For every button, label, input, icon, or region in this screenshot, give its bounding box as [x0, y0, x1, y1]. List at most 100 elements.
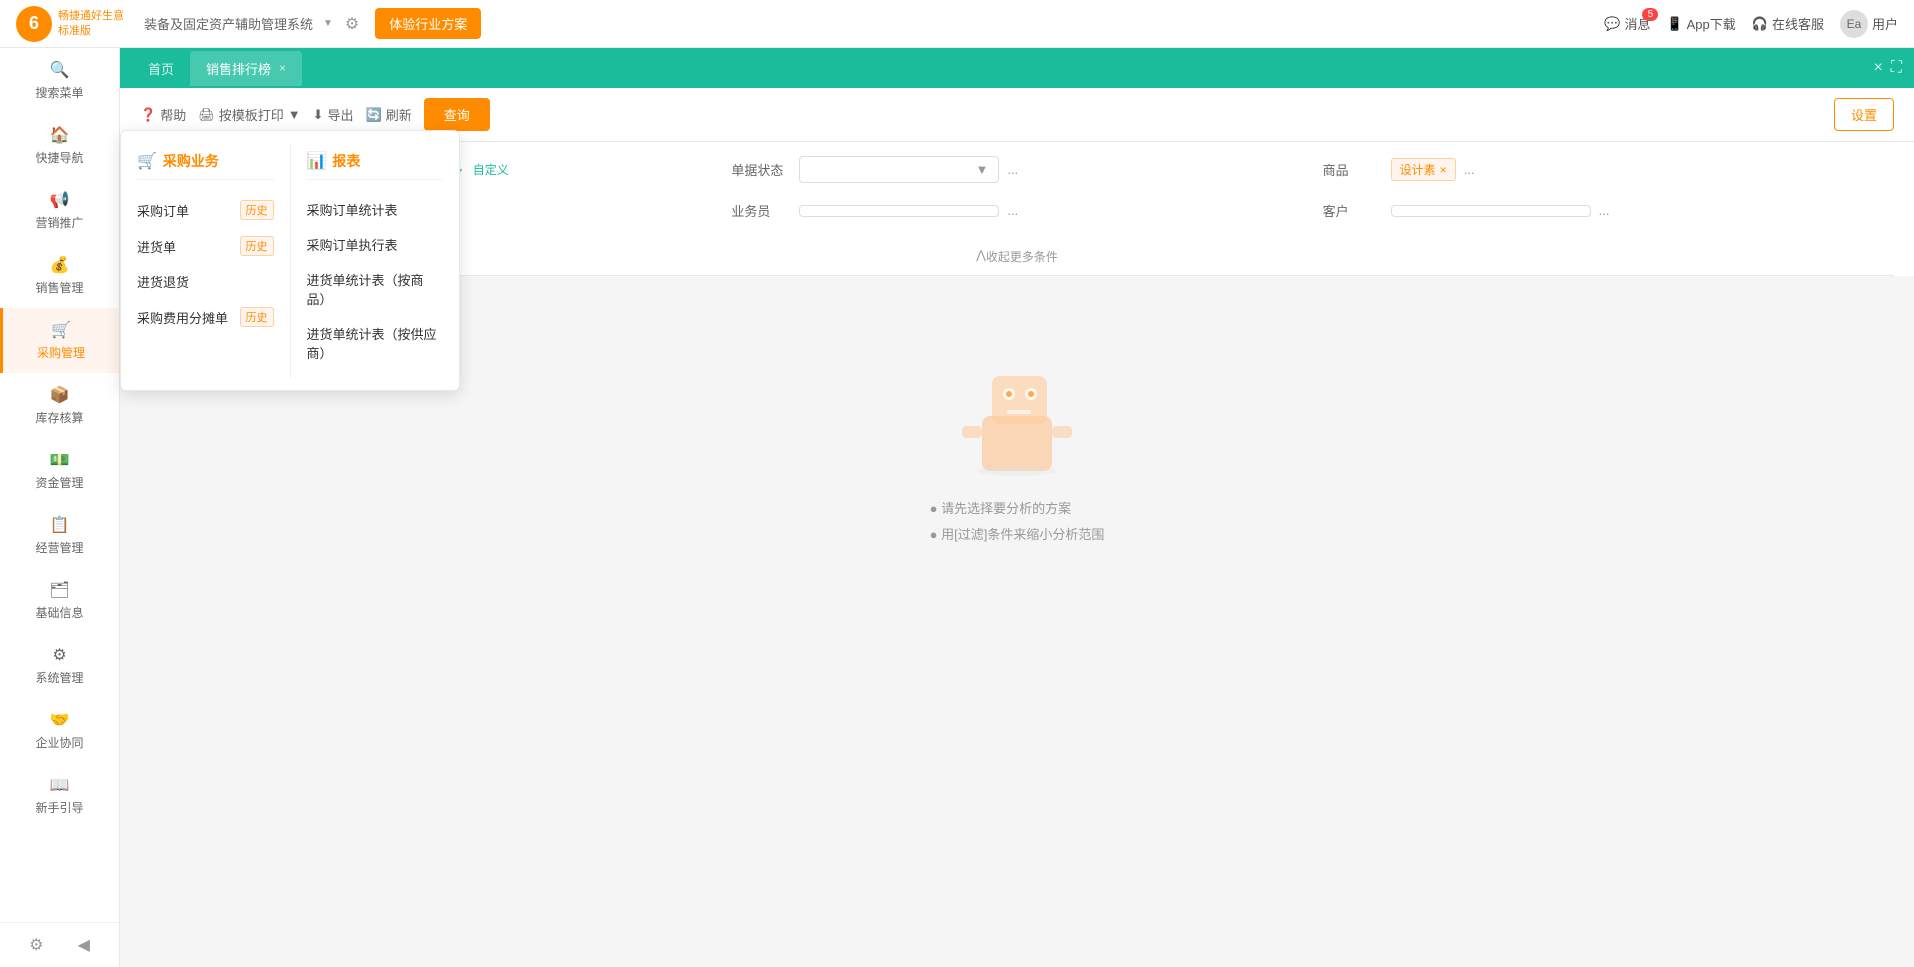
sales-icon: 💰	[50, 255, 70, 275]
status-select[interactable]: ▼	[799, 156, 999, 183]
sidebar-item-inventory[interactable]: 📦 库存核算	[0, 373, 119, 438]
dropdown-item-inbound-supplier[interactable]: 进货单统计表（按供应商）	[307, 316, 444, 370]
sidebar-label-finance: 资金管理	[35, 474, 83, 491]
sidebar-item-guide[interactable]: 📖 新手引导	[0, 763, 119, 828]
customer-input[interactable]	[1391, 205, 1591, 217]
tab-close-icon[interactable]: ×	[279, 61, 286, 75]
sidebar-bottom: ⚙ ◀	[0, 922, 119, 967]
sidebar-item-finance[interactable]: 💵 资金管理	[0, 438, 119, 503]
salesperson-more-icon[interactable]: ...	[1007, 203, 1018, 218]
tab-sales-rank-label: 销售排行榜	[206, 59, 271, 78]
filter-group-goods: 商品 设计素 × ...	[1323, 156, 1894, 183]
dropdown-item-order-exec[interactable]: 采购订单执行表	[307, 227, 444, 262]
refresh-btn[interactable]: 🔄 刷新	[366, 105, 412, 124]
sidebar-item-sales[interactable]: 💰 销售管理	[0, 243, 119, 308]
message-icon: 💬	[1604, 16, 1620, 32]
industry-btn[interactable]: 体验行业方案	[375, 8, 481, 39]
collapse-icon: ⋀	[976, 248, 986, 265]
logo-text: 畅捷通好生意 标准版	[58, 9, 124, 38]
logo-area: 6 畅捷通好生意 标准版	[16, 6, 136, 42]
help-btn[interactable]: ❓ 帮助	[140, 105, 186, 124]
sidebar-label-system: 系统管理	[35, 669, 83, 686]
export-icon: ⬇	[313, 107, 324, 123]
dropdown-item-inbound-goods[interactable]: 进货单统计表（按商品）	[307, 262, 444, 316]
user-area[interactable]: Ea 用户	[1840, 10, 1898, 38]
sidebar-item-system[interactable]: ⚙ 系统管理	[0, 633, 119, 698]
sidebar-label-enterprise: 企业协同	[35, 734, 83, 751]
sidebar-settings-icon[interactable]: ⚙	[29, 935, 43, 955]
sidebar-item-search[interactable]: 🔍 搜索菜单	[0, 48, 119, 113]
hist-badge-inbound[interactable]: 历史	[240, 236, 274, 256]
sidebar-collapse-icon[interactable]: ◀	[78, 935, 90, 955]
system-title: 装备及固定资产辅助管理系统 ▼	[144, 14, 337, 33]
dropdown-arrow-icon[interactable]: ▼	[323, 18, 333, 29]
sidebar: 🔍 搜索菜单 🏠 快捷导航 📢 营销推广 💰 销售管理 🛒 采购管理 📦 库存核…	[0, 48, 120, 967]
dropdown-columns: 🛒 采购业务 采购订单 历史 进货单 历史 进货退货 采购费用分摊单 历史 📊	[121, 143, 459, 378]
dropdown-item-expense[interactable]: 采购费用分摊单 历史	[137, 299, 274, 335]
tab-fullscreen-icon[interactable]: ⛶	[1891, 59, 1902, 77]
tab-home-label: 首页	[148, 59, 174, 78]
sidebar-label-guide: 新手引导	[35, 799, 83, 816]
filter-group-customer: 客户 ...	[1323, 195, 1894, 226]
message-btn[interactable]: 💬 消息 5	[1604, 14, 1650, 33]
export-btn[interactable]: ⬇ 导出	[313, 105, 354, 124]
salesperson-input[interactable]	[799, 205, 999, 217]
tab-sales-rank[interactable]: 销售排行榜 ×	[190, 51, 302, 86]
print-icon: 🖨	[198, 107, 215, 123]
sidebar-item-enterprise[interactable]: 🤝 企业协同	[0, 698, 119, 763]
empty-illustration	[957, 356, 1077, 476]
system-icon: ⚙	[52, 645, 66, 665]
sidebar-item-quick-nav[interactable]: 🏠 快捷导航	[0, 113, 119, 178]
purchase-col-icon: 🛒	[137, 151, 157, 171]
guide-icon: 📖	[50, 775, 70, 795]
dropdown-item-return[interactable]: 进货退货	[137, 264, 274, 299]
tab-close-all-icon[interactable]: ×	[1873, 59, 1882, 77]
search-icon: 🔍	[50, 60, 70, 80]
sidebar-label-sales: 销售管理	[35, 279, 83, 296]
status-arrow-icon: ▼	[975, 162, 988, 177]
salesperson-label: 业务员	[731, 201, 791, 220]
goods-more-icon[interactable]: ...	[1464, 162, 1475, 177]
online-service-btn[interactable]: 🎧 在线客服	[1752, 14, 1824, 33]
message-badge: 5	[1642, 8, 1658, 21]
hist-badge-expense[interactable]: 历史	[240, 307, 274, 327]
settings-icon[interactable]: ⚙	[345, 14, 359, 34]
dropdown-item-order-stats[interactable]: 采购订单统计表	[307, 192, 444, 227]
goods-tag: 设计素 ×	[1391, 158, 1456, 181]
goods-label: 商品	[1323, 160, 1383, 179]
filter-group-salesperson: 业务员 ...	[731, 195, 1302, 226]
date-custom-btn[interactable]: 自定义	[471, 161, 511, 178]
dropdown-item-purchase-order[interactable]: 采购订单 历史	[137, 192, 274, 228]
phone-icon: 📱	[1666, 16, 1682, 32]
tab-bar: 首页 销售排行榜 × × ⛶	[120, 48, 1914, 88]
top-right: 💬 消息 5 📱 App下载 🎧 在线客服 Ea 用户	[1604, 10, 1898, 38]
customer-more-icon[interactable]: ...	[1599, 203, 1610, 218]
enterprise-icon: 🤝	[50, 710, 70, 730]
status-more-icon[interactable]: ...	[1007, 162, 1018, 177]
sidebar-item-basic-info[interactable]: 🗂 基础信息	[0, 568, 119, 633]
customer-label: 客户	[1323, 201, 1383, 220]
print-btn[interactable]: 🖨 按模板打印 ▼	[198, 105, 300, 124]
tab-home[interactable]: 首页	[132, 51, 190, 86]
logo-icon: 6	[16, 6, 52, 42]
dropdown-col-purchase-title: 🛒 采购业务	[137, 151, 274, 180]
app-download-btn[interactable]: 📱 App下载	[1666, 14, 1735, 33]
sidebar-item-purchase[interactable]: 🛒 采购管理	[0, 308, 119, 373]
sidebar-item-marketing[interactable]: 📢 营销推广	[0, 178, 119, 243]
dropdown-col-reports: 📊 报表 采购订单统计表 采购订单执行表 进货单统计表（按商品） 进货单统计表（…	[291, 143, 460, 378]
sidebar-label-operations: 经营管理	[35, 539, 83, 556]
purchase-icon: 🛒	[51, 320, 71, 340]
settings-button[interactable]: 设置	[1834, 98, 1894, 131]
sidebar-item-operations[interactable]: 📋 经营管理	[0, 503, 119, 568]
operations-icon: 📋	[50, 515, 70, 535]
home-icon: 🏠	[50, 125, 70, 145]
headset-icon: 🎧	[1752, 16, 1768, 32]
hist-badge-purchase-order[interactable]: 历史	[240, 200, 274, 220]
help-icon: ❓	[140, 107, 156, 123]
empty-text: 请先选择要分析的方案 用[过滤]条件来缩小分析范围	[930, 496, 1105, 548]
avatar: Ea	[1840, 10, 1868, 38]
sidebar-label-marketing: 营销推广	[35, 214, 83, 231]
search-button[interactable]: 查询	[424, 98, 490, 131]
goods-tag-remove-icon[interactable]: ×	[1440, 163, 1447, 177]
dropdown-item-inbound[interactable]: 进货单 历史	[137, 228, 274, 264]
